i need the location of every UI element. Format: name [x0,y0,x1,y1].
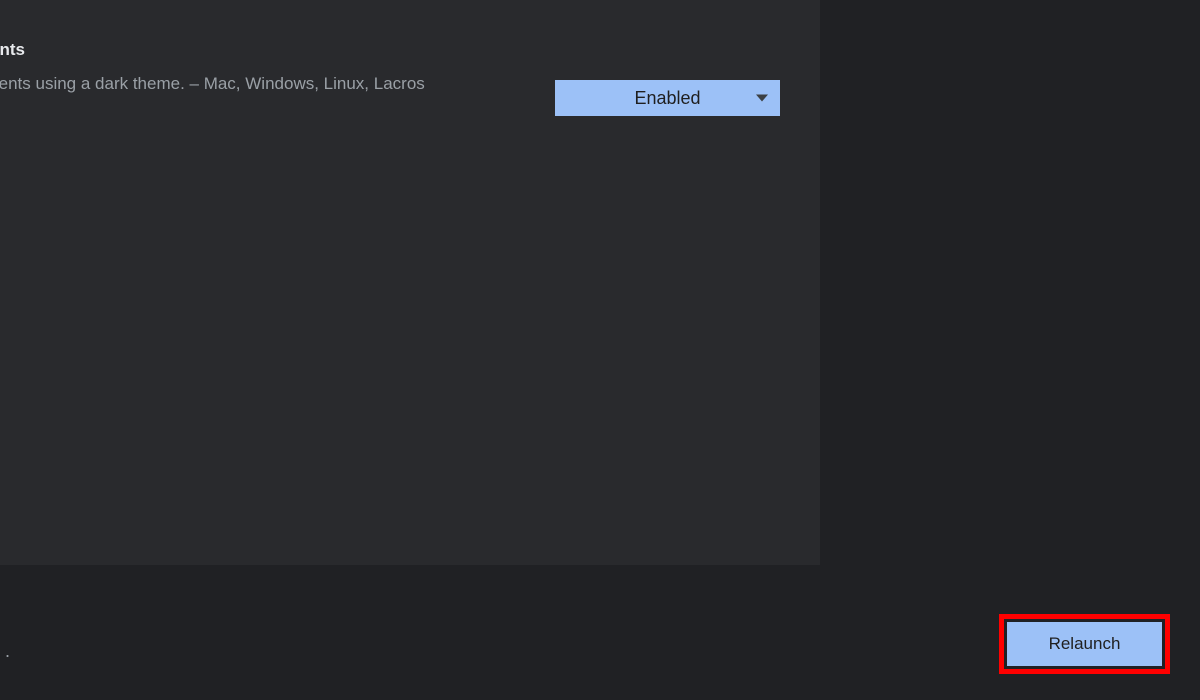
relaunch-button[interactable]: Relaunch [1007,622,1162,666]
flag-row: ents ontents using a dark theme. – Mac, … [0,0,820,116]
flag-title: ents [0,40,515,60]
flag-text-block: ents ontents using a dark theme. – Mac, … [0,40,555,97]
truncated-text: . [5,641,10,662]
chevron-down-icon [756,95,768,102]
bottom-bar: . Relaunch [0,565,1200,700]
flag-dropdown-wrapper: Enabled [555,80,780,116]
dropdown-selected-label: Enabled [634,88,700,109]
flag-state-dropdown[interactable]: Enabled [555,80,780,116]
flag-description: ontents using a dark theme. – Mac, Windo… [0,70,515,97]
relaunch-highlight-box: Relaunch [999,614,1170,674]
flags-content-panel: ents ontents using a dark theme. – Mac, … [0,0,820,565]
relaunch-label: Relaunch [1049,634,1121,654]
